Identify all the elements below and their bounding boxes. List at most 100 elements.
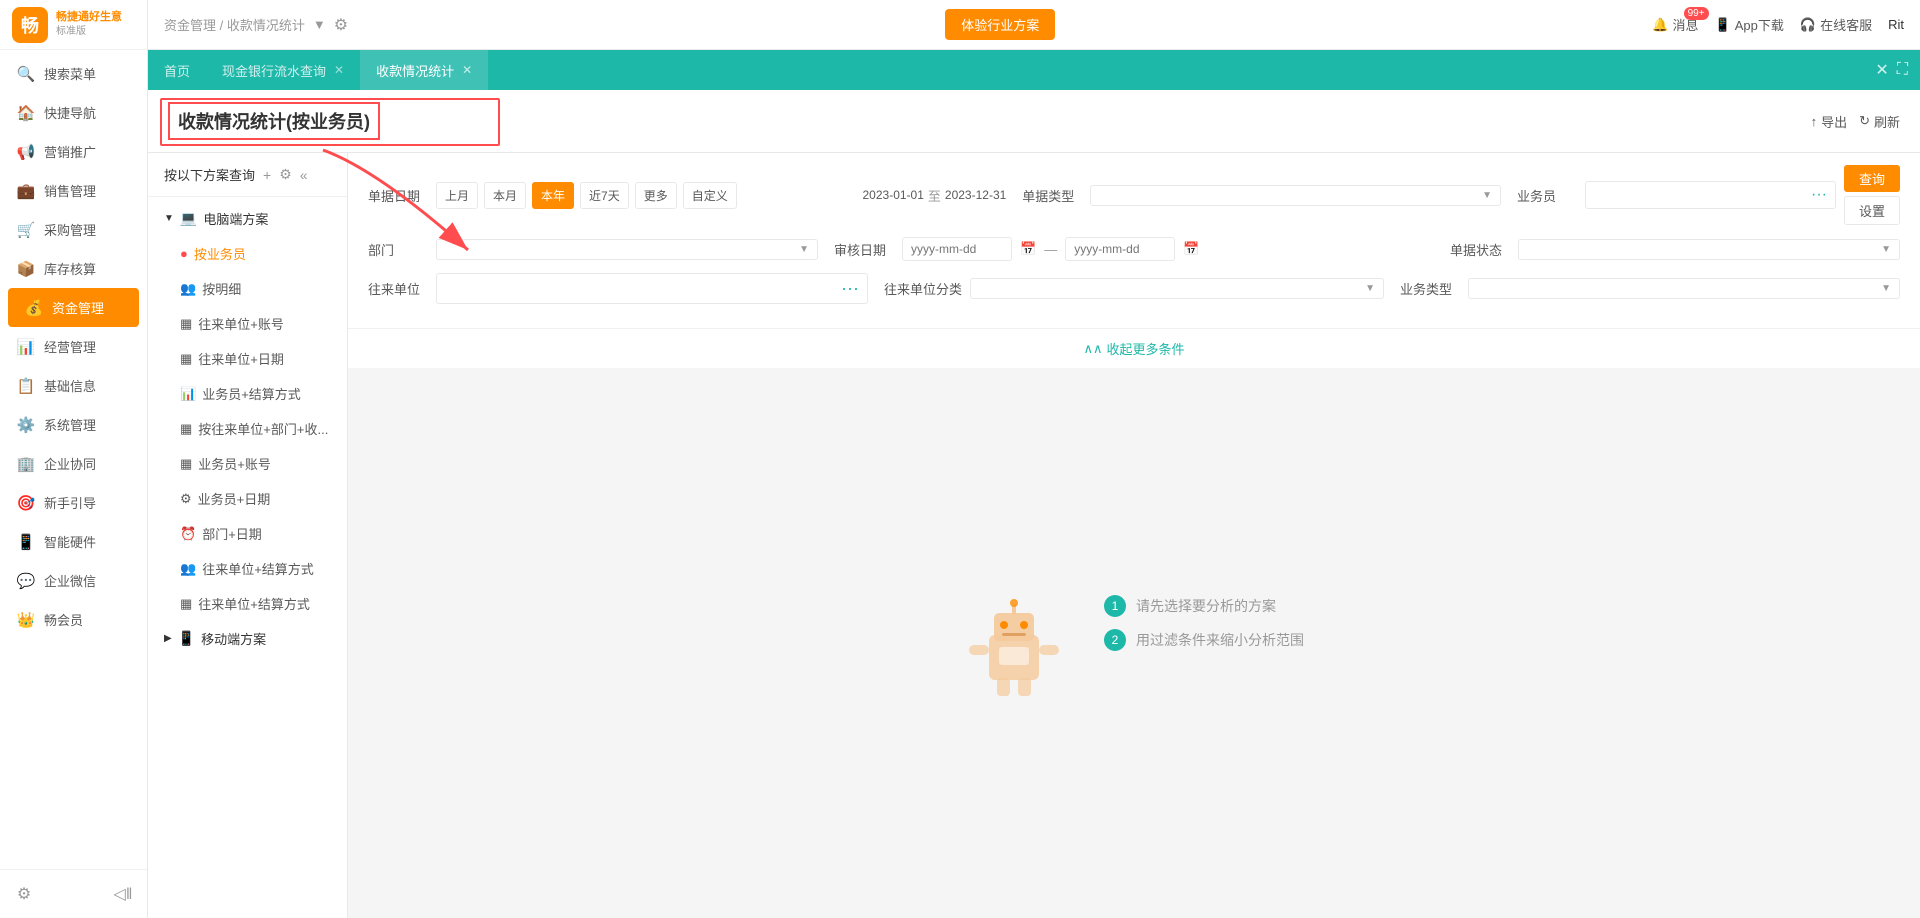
dropdown-icon[interactable]: ▼: [313, 17, 326, 32]
scheme-item-partner-settlement1[interactable]: 👥 往来单位+结算方式: [148, 551, 347, 586]
sidebar-item-sales[interactable]: 💼 销售管理: [0, 171, 147, 210]
scheme-item-salesperson-settlement[interactable]: 📊 业务员+结算方式: [148, 376, 347, 411]
search-menu-icon: 🔍: [16, 65, 36, 83]
scheme-item-dept-date[interactable]: ⏰ 部门+日期: [148, 516, 347, 551]
scheme-group-desktop-header[interactable]: ▼ 💻 电脑端方案: [148, 201, 347, 236]
sidebar-item-wechat[interactable]: 💬 企业微信: [0, 561, 147, 600]
scheme-list: ▼ 💻 电脑端方案 ● 按业务员 👥 按明细 ▦ 往来单位+账号: [148, 197, 347, 918]
sidebar-item-inventory[interactable]: 📦 库存核算: [0, 249, 147, 288]
purchase-icon: 🛒: [16, 221, 36, 239]
date-calendar-icon-2[interactable]: 📅: [1183, 241, 1199, 257]
business-type-select[interactable]: ▼: [1468, 278, 1900, 299]
scheme-item-salesperson-date-label: 业务员+日期: [198, 489, 271, 508]
app-download-btn[interactable]: 📱 App下载: [1715, 15, 1784, 34]
scheme-item-partner-dept-collect[interactable]: ▦ 按往来单位+部门+收...: [148, 411, 347, 446]
collapse-up-icon: ∧∧: [1083, 341, 1102, 357]
scheme-item-partner-dept-label: 按往来单位+部门+收...: [198, 419, 328, 438]
date-btn-7days[interactable]: 近7天: [580, 182, 629, 209]
salesperson-more-icon[interactable]: ···: [1811, 186, 1827, 204]
sidebar-item-marketing[interactable]: 📢 营销推广: [0, 132, 147, 171]
marketing-icon: 📢: [16, 143, 36, 161]
settings-footer-icon[interactable]: ⚙: [10, 880, 38, 908]
date-calendar-icon-1[interactable]: 📅: [1020, 241, 1036, 257]
filter-row-2: 部门 ▼ 审核日期 📅 — 📅: [368, 237, 1900, 261]
settings-header-icon[interactable]: ⚙: [334, 15, 348, 35]
detail-prefix-icon: 👥: [180, 281, 196, 297]
scheme-settings-icon[interactable]: ⚙: [279, 166, 292, 183]
sidebar-item-quick-nav[interactable]: 🏠 快捷导航: [0, 93, 147, 132]
empty-content: 1 请先选择要分析的方案 2 用过滤条件来缩小分析范围: [964, 595, 1304, 705]
voucher-type-select[interactable]: ▼: [1090, 185, 1501, 206]
online-service-label: 在线客服: [1820, 15, 1872, 34]
partner-category-select[interactable]: ▼: [970, 278, 1384, 299]
query-btn[interactable]: 查询: [1844, 165, 1900, 192]
export-btn[interactable]: ↑ 导出: [1811, 112, 1848, 131]
download-icon: 📱: [1715, 17, 1731, 33]
date-btn-last-month[interactable]: 上月: [436, 182, 478, 209]
scheme-add-icon[interactable]: +: [263, 167, 271, 183]
sidebar-item-purchase[interactable]: 🛒 采购管理: [0, 210, 147, 249]
tab-collection-stats-close-icon[interactable]: ✕: [462, 63, 472, 77]
sidebar-item-finance[interactable]: 💰 资金管理: [8, 288, 139, 327]
scheme-item-salesperson-date[interactable]: ⚙ 业务员+日期: [148, 481, 347, 516]
scheme-header-text: 按以下方案查询: [164, 165, 255, 184]
tab-bank-flow[interactable]: 现金银行流水查询 ✕: [206, 50, 360, 90]
user-name: Rit: [1888, 17, 1904, 32]
tab-home[interactable]: 首页: [148, 50, 206, 90]
date-btn-this-year[interactable]: 本年: [532, 182, 574, 209]
header-right: 🔔 消息 99+ 📱 App下载 🎧 在线客服 Rit: [1652, 15, 1904, 34]
sidebar-item-member[interactable]: 👑 畅会员: [0, 600, 147, 639]
partner-more-icon[interactable]: ···: [841, 278, 859, 299]
sidebar-item-search[interactable]: 🔍 搜索菜单: [0, 54, 147, 93]
collapse-bar[interactable]: ∧∧ 收起更多条件: [348, 328, 1920, 368]
review-date-label: 审核日期: [834, 240, 894, 259]
scheme-item-partner-date[interactable]: ▦ 往来单位+日期: [148, 341, 347, 376]
scheme-item-salesperson-account[interactable]: ▦ 业务员+账号: [148, 446, 347, 481]
refresh-btn[interactable]: ↻ 刷新: [1859, 112, 1900, 131]
dept-select[interactable]: ▼: [436, 239, 818, 260]
voucher-status-select[interactable]: ▼: [1518, 239, 1900, 260]
sidebar-item-enterprise[interactable]: 🏢 企业协同: [0, 444, 147, 483]
sidebar-label-operations: 经营管理: [44, 337, 96, 356]
online-service-btn[interactable]: 🎧 在线客服: [1800, 15, 1872, 34]
date-btn-custom[interactable]: 自定义: [683, 182, 737, 209]
salesperson-select[interactable]: ···: [1585, 181, 1836, 209]
collapse-sidebar-icon[interactable]: ◁‖: [109, 880, 137, 908]
review-date-to[interactable]: [1065, 237, 1175, 261]
tab-bank-flow-close-icon[interactable]: ✕: [334, 63, 344, 77]
date-btn-this-month[interactable]: 本月: [484, 182, 526, 209]
content-area: 按以下方案查询 + ⚙ « ▼ 💻 电脑端方案 ●: [148, 153, 1920, 918]
scheme-item-partner-settlement2[interactable]: ▦ 往来单位+结算方式: [148, 586, 347, 621]
tab-close-all-icon[interactable]: ✕: [1875, 60, 1888, 80]
sidebar-item-operations[interactable]: 📊 经营管理: [0, 327, 147, 366]
scheme-item-by-detail[interactable]: 👥 按明细: [148, 271, 347, 306]
sidebar-item-hardware[interactable]: 📱 智能硬件: [0, 522, 147, 561]
logo-name: 畅捷通好生意: [56, 10, 122, 25]
sidebar-label-sales: 销售管理: [44, 181, 96, 200]
scheme-item-partner-account[interactable]: ▦ 往来单位+账号: [148, 306, 347, 341]
voucher-type-chevron-icon: ▼: [1482, 190, 1492, 201]
partner-settlement2-prefix-icon: ▦: [180, 596, 192, 612]
user-avatar[interactable]: Rit: [1888, 17, 1904, 32]
main-content: 收款情况统计(按业务员) ↑ 导出 ↻ 刷新 按以下方案查询 + ⚙ «: [148, 90, 1920, 918]
tab-collection-stats[interactable]: 收款情况统计 ✕: [360, 50, 488, 90]
tab-maximize-icon[interactable]: ⛶: [1897, 61, 1908, 79]
scheme-item-by-salesperson[interactable]: ● 按业务员: [148, 236, 347, 271]
filter-panel: 单据日期 上月 本月 本年 近7天 更多 自定义 2023-01-01: [348, 153, 1920, 368]
trial-btn[interactable]: 体验行业方案: [945, 9, 1055, 40]
business-type-label: 业务类型: [1400, 279, 1460, 298]
salesperson-date-prefix-icon: ⚙: [180, 491, 192, 507]
date-btn-more[interactable]: 更多: [635, 182, 677, 209]
settings-btn[interactable]: 设置: [1844, 196, 1900, 225]
review-date-from[interactable]: [902, 237, 1012, 261]
sidebar-item-system[interactable]: ⚙️ 系统管理: [0, 405, 147, 444]
partner-label: 往来单位: [368, 279, 428, 298]
scheme-collapse-icon[interactable]: «: [300, 167, 308, 183]
sidebar-item-basic-info[interactable]: 📋 基础信息: [0, 366, 147, 405]
scheme-group-mobile-header[interactable]: ▶ 📱 移动端方案: [148, 621, 347, 656]
filter-group-partner: 往来单位 ···: [368, 273, 868, 304]
partner-select[interactable]: ···: [436, 273, 868, 304]
sidebar-item-guide[interactable]: 🎯 新手引导: [0, 483, 147, 522]
notifications-btn[interactable]: 🔔 消息 99+: [1652, 15, 1698, 34]
scheme-item-partner-settlement2-label: 往来单位+结算方式: [198, 594, 310, 613]
